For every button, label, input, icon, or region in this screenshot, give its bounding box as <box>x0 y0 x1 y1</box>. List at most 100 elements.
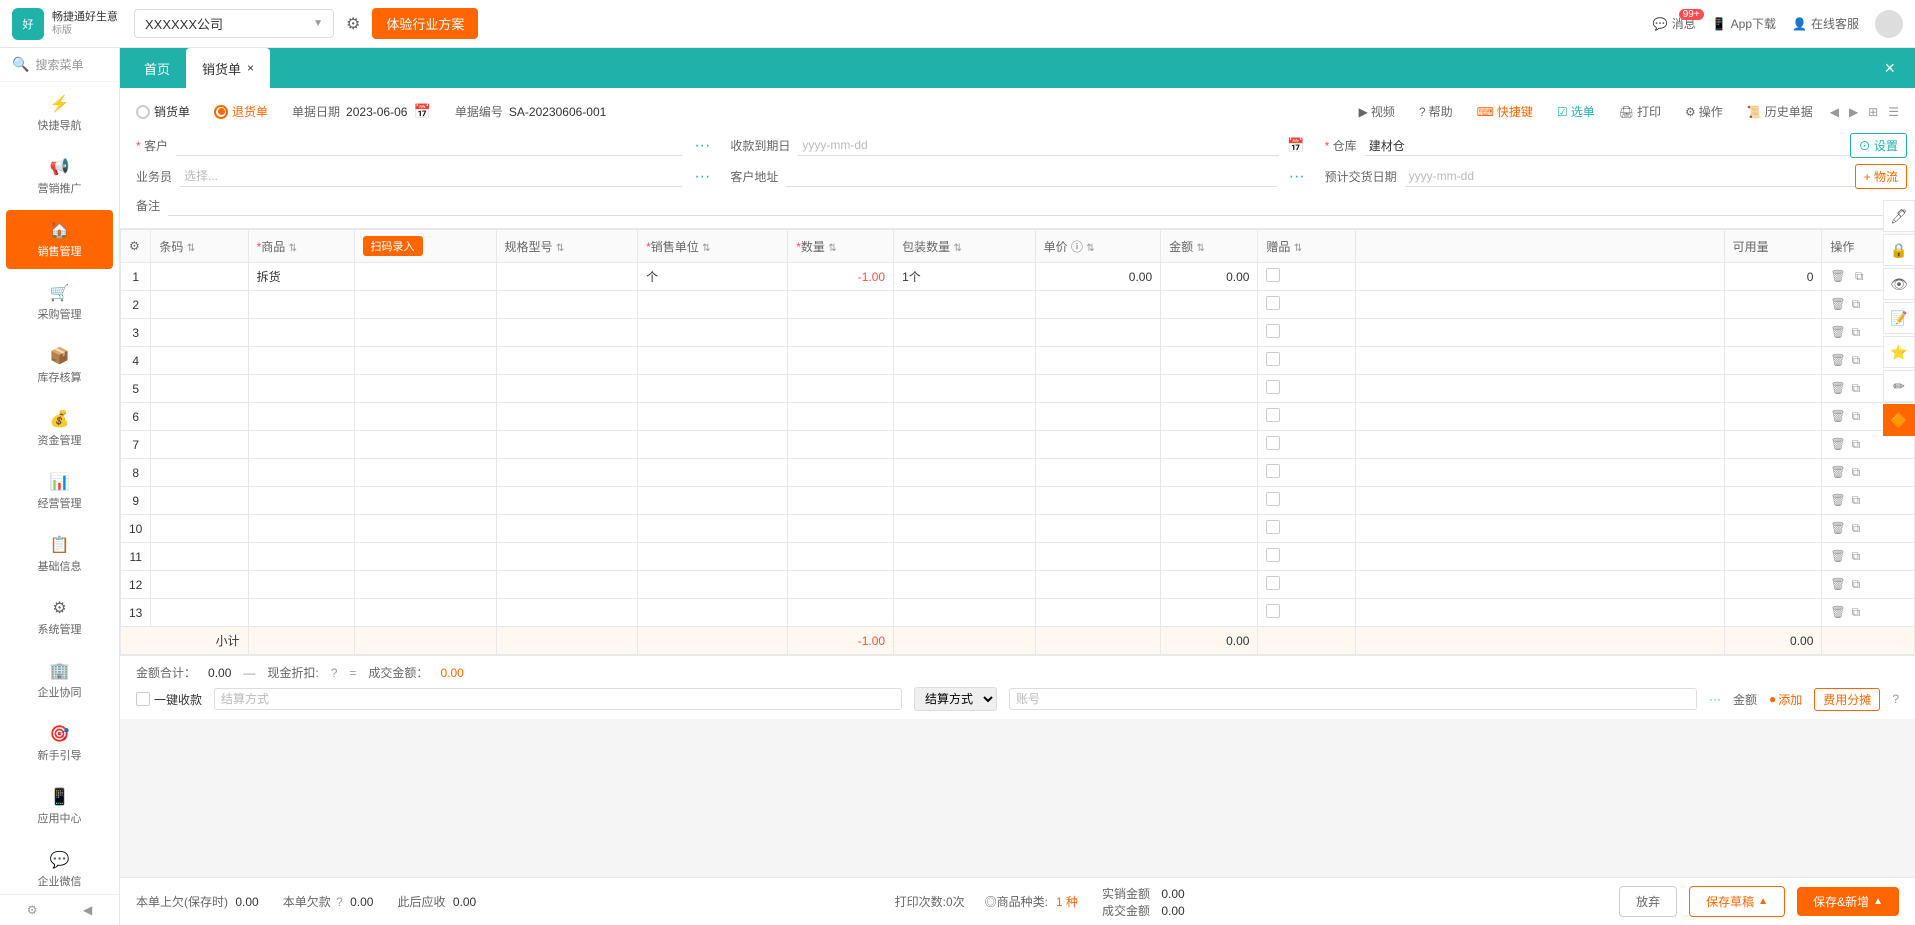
add-payment-btn[interactable]: ● 添加 <box>1769 691 1802 708</box>
save-draft-button[interactable]: 保存草稿 ▲ <box>1689 886 1785 917</box>
date-calendar-icon[interactable]: 📅 <box>413 103 430 120</box>
sidebar-item-marketing[interactable]: 📢 营销推广 <box>6 147 113 206</box>
delete-row-icon[interactable]: 🗑 <box>1830 353 1845 367</box>
delete-row-icon[interactable]: 🗑 <box>1830 493 1845 507</box>
sidebar-item-finance[interactable]: 💰 资金管理 <box>6 399 113 458</box>
sort-icon[interactable]: ⇅ <box>289 243 297 254</box>
copy-row-icon[interactable]: ⧉ <box>1852 605 1861 619</box>
float-eye-icon[interactable]: 👁 <box>1883 268 1915 300</box>
copy-row-icon[interactable]: ⧉ <box>1852 409 1861 423</box>
sidebar-search[interactable]: 🔍 搜索菜单 <box>0 48 119 82</box>
sort-icon[interactable]: ⇅ <box>556 243 564 254</box>
delete-row-icon[interactable]: 🗑 <box>1830 605 1845 619</box>
sort-icon[interactable]: ⇅ <box>953 243 961 254</box>
save-new-button[interactable]: 保存&新增 ▲ <box>1797 887 1899 916</box>
pay-checkbox-icon[interactable] <box>136 692 150 706</box>
print-btn[interactable]: 🖨 打印 <box>1612 100 1668 123</box>
sort-icon[interactable]: ⇅ <box>1197 243 1205 254</box>
gift-checkbox[interactable] <box>1266 296 1280 310</box>
payment-due-calendar-icon[interactable]: 📅 <box>1287 137 1304 154</box>
nav-next-icon[interactable]: ▶ <box>1849 105 1858 119</box>
sidebar-collapse-icon[interactable]: ◀ <box>83 903 92 917</box>
float-edit-icon[interactable]: 🖊 <box>1883 200 1915 232</box>
copy-row-icon[interactable]: ⧉ <box>1852 465 1861 479</box>
delivery-date-input[interactable] <box>1405 166 1874 187</box>
app-download-item[interactable]: 📱 App下载 <box>1712 15 1776 32</box>
close-all-tabs-icon[interactable]: × <box>1872 58 1907 79</box>
debt-help-icon[interactable]: ? <box>336 895 343 909</box>
help-btn[interactable]: ? 帮助 <box>1412 100 1460 123</box>
gift-checkbox[interactable] <box>1266 520 1280 534</box>
copy-row-icon[interactable]: ⧉ <box>1852 493 1861 507</box>
copy-row-icon[interactable]: ⧉ <box>1855 269 1864 283</box>
delete-row-icon[interactable]: 🗑 <box>1830 577 1845 591</box>
sidebar-item-apps[interactable]: 📱 应用中心 <box>6 777 113 836</box>
online-service-item[interactable]: 👤 在线客服 <box>1792 15 1859 32</box>
gift-checkbox[interactable] <box>1266 268 1280 282</box>
sidebar-item-purchase[interactable]: 🛒 采购管理 <box>6 273 113 332</box>
gift-checkbox[interactable] <box>1266 352 1280 366</box>
sort-icon[interactable]: ⇅ <box>702 243 710 254</box>
gift-checkbox[interactable] <box>1266 464 1280 478</box>
company-selector[interactable]: XXXXXX公司 ▼ <box>134 9 334 38</box>
video-btn[interactable]: ▶ 视频 <box>1352 100 1402 123</box>
sidebar-item-wecom[interactable]: 💬 企业微信 <box>6 840 113 894</box>
copy-row-icon[interactable]: ⧉ <box>1852 353 1861 367</box>
customer-input[interactable] <box>176 135 682 156</box>
delete-row-icon[interactable]: 🗑 <box>1830 465 1845 479</box>
list-view-icon[interactable]: ☰ <box>1888 105 1899 119</box>
gift-checkbox[interactable] <box>1266 408 1280 422</box>
sidebar-item-quick-nav[interactable]: ⚡ 快捷导航 <box>6 84 113 143</box>
gift-checkbox[interactable] <box>1266 576 1280 590</box>
account-ellipsis-btn[interactable]: ··· <box>1709 692 1721 706</box>
delete-row-icon[interactable]: 🗑 <box>1830 381 1845 395</box>
logistics-button[interactable]: + 物流 <box>1855 164 1907 189</box>
copy-row-icon[interactable]: ⧉ <box>1852 381 1861 395</box>
fee-help-icon[interactable]: ? <box>1892 692 1899 706</box>
action-btn[interactable]: ⚙ 操作 <box>1678 100 1730 123</box>
sort-icon[interactable]: ⇅ <box>187 243 195 254</box>
settings-icon[interactable]: ⚙ <box>346 14 360 34</box>
message-icon-item[interactable]: 💬 消息 99+ <box>1653 15 1696 32</box>
warehouse-input[interactable] <box>1365 135 1871 156</box>
settings-button[interactable]: ⊙ 设置 <box>1850 133 1907 158</box>
gift-checkbox[interactable] <box>1266 492 1280 506</box>
sidebar-item-sales[interactable]: 🏠 销售管理 <box>6 210 113 269</box>
delete-row-icon[interactable]: 🗑 <box>1830 269 1845 283</box>
sort-icon[interactable]: ⇅ <box>1294 243 1302 254</box>
sidebar-item-inventory[interactable]: 📦 库存核算 <box>6 336 113 395</box>
delete-row-icon[interactable]: 🗑 <box>1830 549 1845 563</box>
settlement-method-select[interactable]: 结算方式 <box>914 687 997 711</box>
sidebar-item-system[interactable]: ⚙ 系统管理 <box>6 588 113 647</box>
grid-view-icon[interactable]: ⊞ <box>1868 105 1878 119</box>
copy-row-icon[interactable]: ⧉ <box>1852 325 1861 339</box>
gift-checkbox[interactable] <box>1266 324 1280 338</box>
customer-ellipsis-btn[interactable]: ··· <box>694 137 710 155</box>
select-order-btn[interactable]: ☑ 选单 <box>1550 100 1602 123</box>
delete-row-icon[interactable]: 🗑 <box>1830 409 1845 423</box>
tab-home[interactable]: 首页 <box>128 48 186 88</box>
sidebar-item-guide[interactable]: 🎯 新手引导 <box>6 714 113 773</box>
payment-due-input[interactable] <box>798 135 1279 156</box>
tab-sales-order[interactable]: 销货单 × <box>186 48 270 88</box>
avatar[interactable] <box>1875 10 1903 38</box>
delete-row-icon[interactable]: 🗑 <box>1830 297 1845 311</box>
sort-icon[interactable]: ⇅ <box>828 243 836 254</box>
nav-prev-icon[interactable]: ◀ <box>1830 105 1839 119</box>
copy-row-icon[interactable]: ⧉ <box>1852 549 1861 563</box>
float-orange-icon[interactable]: 🔶 <box>1883 404 1915 436</box>
radio-sale-order[interactable]: 销货单 <box>136 103 190 120</box>
gift-checkbox[interactable] <box>1266 380 1280 394</box>
scan-button[interactable]: 扫码录入 <box>363 236 423 256</box>
discard-button[interactable]: 放弃 <box>1619 886 1677 917</box>
trial-button[interactable]: 体验行业方案 <box>372 8 478 39</box>
sort-icon[interactable]: ⇅ <box>1086 243 1094 254</box>
copy-row-icon[interactable]: ⧉ <box>1852 437 1861 451</box>
account-input[interactable] <box>1009 688 1697 710</box>
float-pencil-icon[interactable]: ✏ <box>1883 370 1915 402</box>
th-settings[interactable]: ⚙ <box>121 230 151 263</box>
gift-checkbox[interactable] <box>1266 548 1280 562</box>
salesperson-input[interactable] <box>180 166 682 187</box>
salesperson-ellipsis-btn[interactable]: ··· <box>694 168 710 186</box>
gift-checkbox[interactable] <box>1266 436 1280 450</box>
